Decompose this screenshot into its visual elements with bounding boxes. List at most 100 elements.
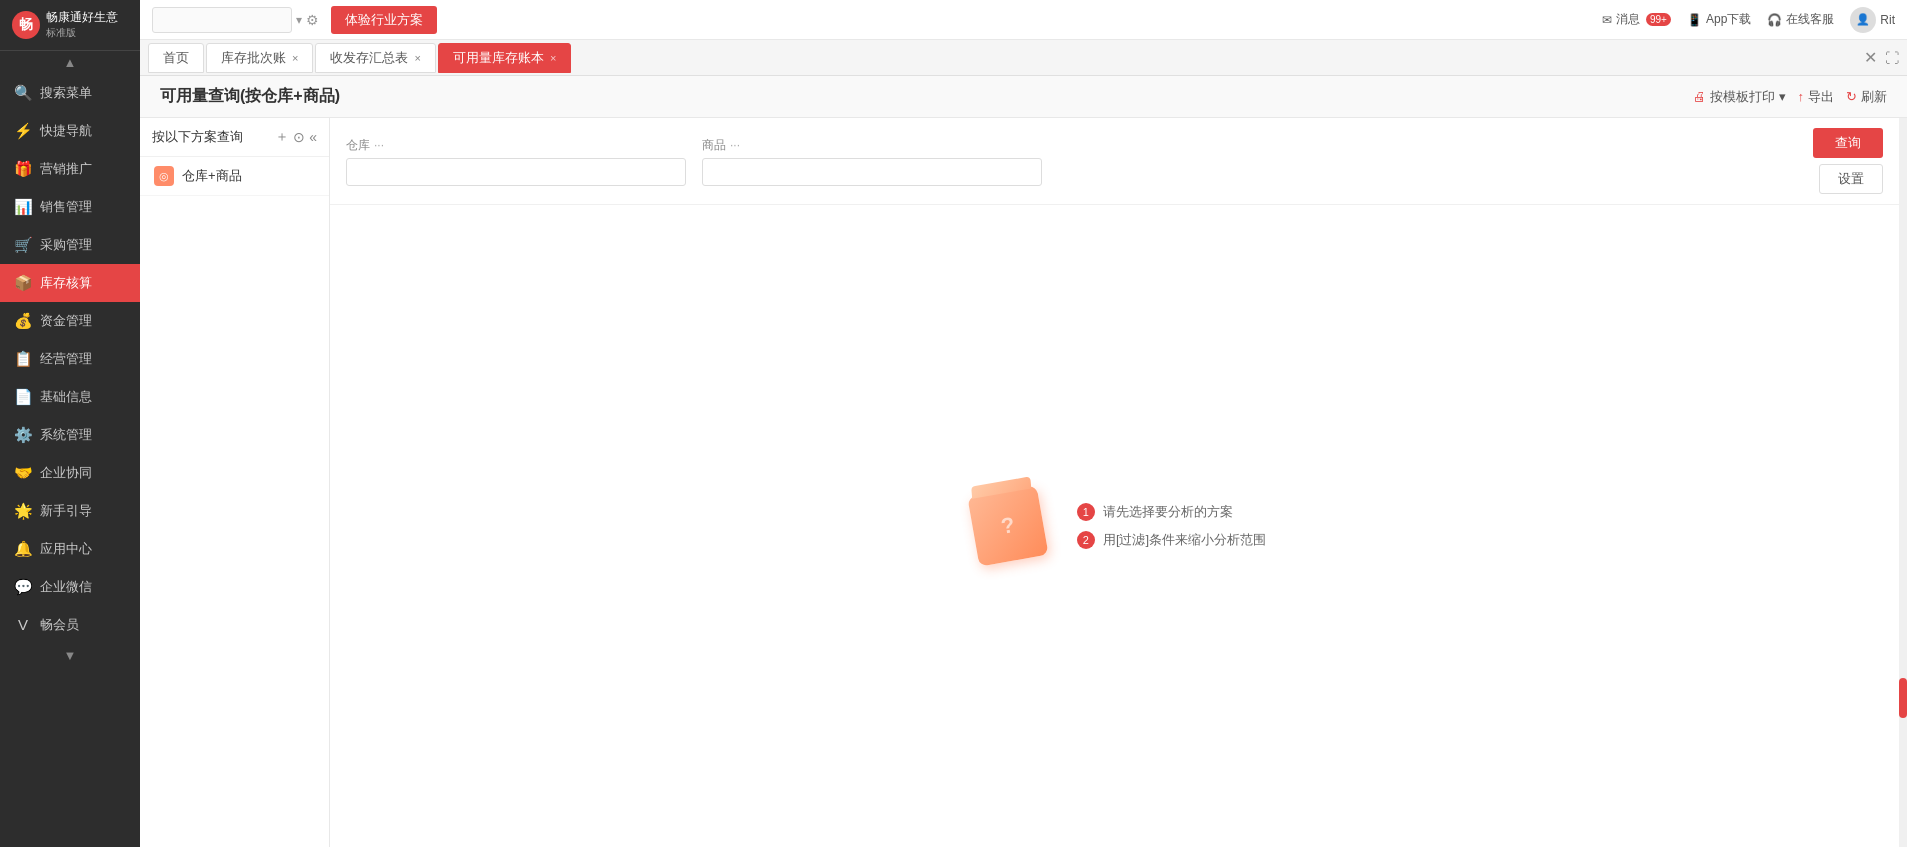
cart-icon: 🛒 (14, 236, 32, 254)
expand-tabs-button[interactable]: ⛶ (1885, 50, 1899, 66)
warehouse-filter-field: 仓库 ··· (346, 137, 686, 186)
sidebar-item-label: 畅会员 (40, 616, 79, 634)
empty-illustration (963, 481, 1053, 571)
topbar-search-input[interactable] (152, 7, 292, 33)
scrollbar-thumb[interactable] (1899, 678, 1907, 718)
tab-home[interactable]: 首页 (148, 43, 204, 73)
page-header: 可用量查询(按仓库+商品) 🖨 按模板打印 ▾ ↑ 导出 ↻ 刷新 (140, 76, 1907, 118)
app-download-label: App下载 (1706, 11, 1751, 28)
tab-available-qty[interactable]: 可用量库存账本 × (438, 43, 571, 73)
manage-scheme-button[interactable]: ⊙ (293, 129, 305, 145)
sidebar-item-quick-nav[interactable]: ⚡ 快捷导航 (0, 112, 140, 150)
chat-icon: 💬 (14, 578, 32, 596)
sidebar-item-basic[interactable]: 📄 基础信息 (0, 378, 140, 416)
app-name: 畅康通好生意 (46, 10, 118, 26)
headset-icon: 🎧 (1767, 13, 1782, 27)
empty-box-graphic (967, 485, 1048, 566)
topbar-right-actions: ✉ 消息 99+ 📱 App下载 🎧 在线客服 👤 Rit (1602, 7, 1895, 33)
right-panel: 仓库 ··· 商品 ··· 查询 设置 (330, 118, 1899, 847)
hint-num-1: 1 (1077, 503, 1095, 521)
left-panel-header-actions: ＋ ⊙ « (275, 128, 317, 146)
sidebar-item-cooperation[interactable]: 🤝 企业协同 (0, 454, 140, 492)
refresh-icon: ↻ (1846, 89, 1857, 104)
tabs-right-actions: ✕ ⛶ (1864, 48, 1899, 67)
money-icon: 💰 (14, 312, 32, 330)
scheme-item-warehouse-product[interactable]: ◎ 仓库+商品 (140, 157, 329, 196)
message-button[interactable]: ✉ 消息 99+ (1602, 11, 1671, 28)
sidebar-item-label: 企业微信 (40, 578, 92, 596)
app-download-button[interactable]: 📱 App下载 (1687, 11, 1751, 28)
sidebar-item-purchase[interactable]: 🛒 采购管理 (0, 226, 140, 264)
empty-state: 1 请先选择要分析的方案 2 用[过滤]条件来缩小分析范围 (330, 205, 1899, 847)
sidebar-item-label: 搜索菜单 (40, 84, 92, 102)
export-icon: ↑ (1798, 89, 1805, 104)
tab-stock-summary[interactable]: 收发存汇总表 × (315, 43, 435, 73)
main-area: ▾ ⚙ 体验行业方案 ✉ 消息 99+ 📱 App下载 🎧 在线客服 👤 (140, 0, 1907, 847)
topbar-settings-icon[interactable]: ⚙ (306, 12, 319, 28)
sidebar-item-label: 系统管理 (40, 426, 92, 444)
tab-inventory-batch-close-icon[interactable]: × (292, 52, 298, 64)
product-filter-input[interactable] (702, 158, 1042, 186)
topbar-chevron-icon[interactable]: ▾ (296, 13, 302, 27)
scroll-up-btn[interactable]: ▲ (0, 51, 140, 74)
sidebar-item-marketing[interactable]: 🎁 营销推广 (0, 150, 140, 188)
empty-hints-list: 1 请先选择要分析的方案 2 用[过滤]条件来缩小分析范围 (1077, 503, 1266, 549)
sidebar-item-search[interactable]: 🔍 搜索菜单 (0, 74, 140, 112)
sidebar-logo: 畅 畅康通好生意 标准版 (0, 0, 140, 51)
message-count-badge: 99+ (1646, 13, 1671, 26)
avatar: 👤 (1850, 7, 1876, 33)
hint-num-2: 2 (1077, 531, 1095, 549)
page-header-actions: 🖨 按模板打印 ▾ ↑ 导出 ↻ 刷新 (1693, 88, 1888, 106)
warehouse-filter-label: 仓库 ··· (346, 137, 686, 154)
sidebar-item-finance[interactable]: 💰 资金管理 (0, 302, 140, 340)
warehouse-filter-input[interactable] (346, 158, 686, 186)
add-scheme-button[interactable]: ＋ (275, 128, 289, 146)
app-version: 标准版 (46, 26, 118, 40)
close-all-tabs-button[interactable]: ✕ (1864, 48, 1877, 67)
scroll-down-btn[interactable]: ▼ (0, 644, 140, 667)
left-panel-header: 按以下方案查询 ＋ ⊙ « (140, 118, 329, 157)
phone-icon: 📱 (1687, 13, 1702, 27)
tab-available-qty-close-icon[interactable]: × (550, 52, 556, 64)
export-button[interactable]: ↑ 导出 (1798, 88, 1835, 106)
print-template-button[interactable]: 🖨 按模板打印 ▾ (1693, 88, 1786, 106)
sidebar-item-newbie[interactable]: 🌟 新手引导 (0, 492, 140, 530)
sidebar-item-label: 资金管理 (40, 312, 92, 330)
sidebar-item-operations[interactable]: 📋 经营管理 (0, 340, 140, 378)
refresh-button[interactable]: ↻ 刷新 (1846, 88, 1887, 106)
query-button[interactable]: 查询 (1813, 128, 1883, 158)
message-label: 消息 (1616, 11, 1640, 28)
trial-industry-button[interactable]: 体验行业方案 (331, 6, 437, 34)
filter-actions: 查询 设置 (1813, 128, 1883, 194)
tab-inventory-batch-label: 库存批次账 (221, 49, 286, 67)
box-icon: 📦 (14, 274, 32, 292)
warehouse-label-text: 仓库 (346, 137, 370, 154)
filter-bar: 仓库 ··· 商品 ··· 查询 设置 (330, 118, 1899, 205)
tab-home-label: 首页 (163, 49, 189, 67)
topbar-search-area: ▾ ⚙ (152, 7, 319, 33)
sidebar-item-label: 经营管理 (40, 350, 92, 368)
collapse-panel-button[interactable]: « (309, 129, 317, 145)
customer-service-button[interactable]: 🎧 在线客服 (1767, 11, 1834, 28)
sidebar-item-member[interactable]: V 畅会员 (0, 606, 140, 644)
tab-inventory-batch[interactable]: 库存批次账 × (206, 43, 313, 73)
settings-button[interactable]: 设置 (1819, 164, 1883, 194)
sidebar-item-inventory[interactable]: 📦 库存核算 (0, 264, 140, 302)
tab-stock-summary-close-icon[interactable]: × (414, 52, 420, 64)
sidebar-item-label: 库存核算 (40, 274, 92, 292)
sidebar-item-wechat[interactable]: 💬 企业微信 (0, 568, 140, 606)
print-chevron-icon[interactable]: ▾ (1779, 89, 1786, 104)
sidebar-item-sales[interactable]: 📊 销售管理 (0, 188, 140, 226)
product-more-button[interactable]: ··· (730, 138, 740, 152)
content-area: 按以下方案查询 ＋ ⊙ « ◎ 仓库+商品 仓库 ··· (140, 118, 1907, 847)
user-profile-button[interactable]: 👤 Rit (1850, 7, 1895, 33)
page-scrollbar[interactable] (1899, 118, 1907, 847)
doc-icon: 📄 (14, 388, 32, 406)
sidebar-item-label: 应用中心 (40, 540, 92, 558)
warehouse-more-button[interactable]: ··· (374, 138, 384, 152)
sidebar-item-system[interactable]: ⚙️ 系统管理 (0, 416, 140, 454)
sidebar-item-apps[interactable]: 🔔 应用中心 (0, 530, 140, 568)
hint-text-2: 用[过滤]条件来缩小分析范围 (1103, 531, 1266, 549)
tab-available-qty-label: 可用量库存账本 (453, 49, 544, 67)
message-icon: ✉ (1602, 13, 1612, 27)
